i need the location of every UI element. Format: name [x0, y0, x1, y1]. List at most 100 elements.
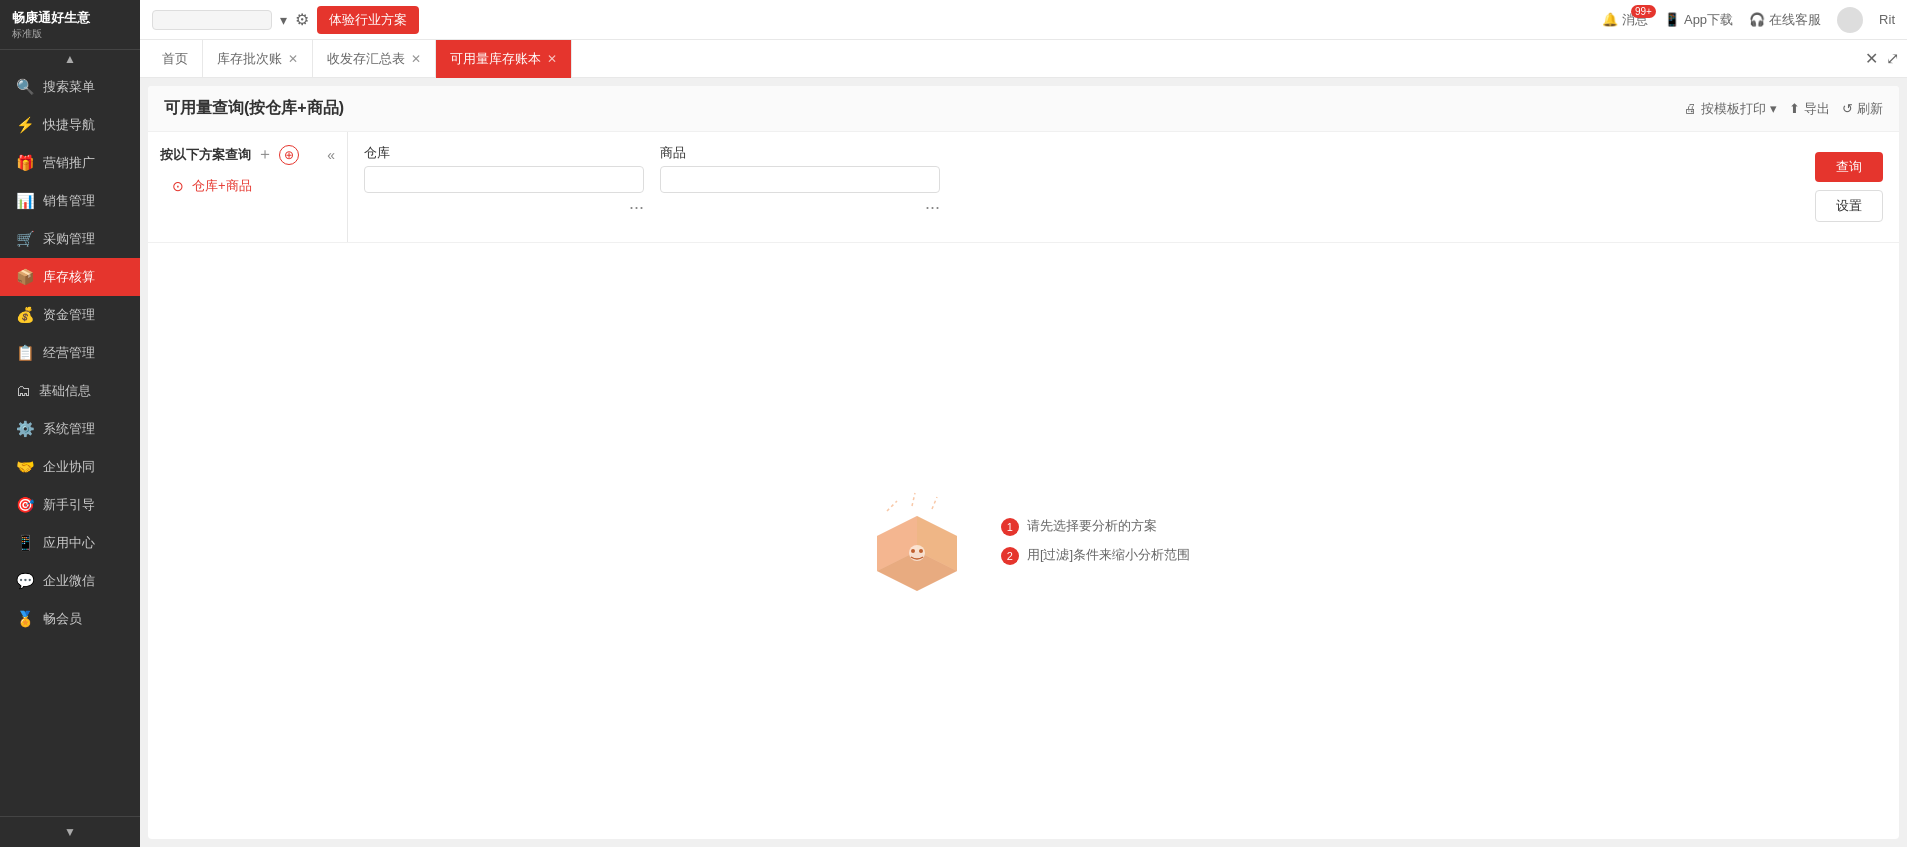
online-service-label: 在线客服 [1769, 11, 1821, 29]
sidebar-label-search: 搜索菜单 [43, 78, 95, 96]
sidebar-item-purchase[interactable]: 🛒采购管理 [0, 220, 140, 258]
sidebar-logo: 畅康通好生意 标准版 [0, 0, 140, 50]
bell-icon: 🔔 [1602, 12, 1618, 27]
sidebar-item-basic[interactable]: 🗂基础信息 [0, 372, 140, 410]
sidebar: 畅康通好生意 标准版 ▲ 🔍 搜索菜单 ⚡快捷导航🎁营销推广📊销售管理🛒采购管理📦库… [0, 0, 140, 847]
sidebar-item-member[interactable]: 🏅 畅会员 [0, 600, 140, 638]
empty-state: 1 请先选择要分析的方案 2 用[过滤]条件来缩小分析范围 [148, 243, 1899, 839]
tip-number-1: 1 [1001, 518, 1019, 536]
sidebar-icon-finance: 💰 [16, 306, 35, 324]
scheme-icon-warehouse_goods: ⊙ [172, 178, 184, 194]
export-icon: ⬆ [1789, 101, 1800, 116]
page-header: 可用量查询(按仓库+商品) 🖨 按模板打印 ▾ ⬆ 导出 ↺ 刷新 [148, 86, 1899, 132]
sidebar-icon-enterprise: 🤝 [16, 458, 35, 476]
warehouse-input[interactable] [364, 166, 644, 193]
tip-text-1: 请先选择要分析的方案 [1027, 517, 1157, 535]
chevron-down-btn[interactable]: ▾ [280, 12, 287, 28]
notification-btn[interactable]: 🔔 消息 99+ [1602, 11, 1648, 29]
goods-field-label: 商品 [660, 144, 940, 162]
sidebar-icon-newbie: 🎯 [16, 496, 35, 514]
empty-illustration [857, 481, 977, 601]
refresh-icon: ↺ [1842, 101, 1853, 116]
filter-actions: 查询 设置 [1815, 144, 1883, 230]
tab-home[interactable]: 首页 [148, 40, 203, 78]
sidebar-item-finance[interactable]: 💰 资金管理 [0, 296, 140, 334]
breadcrumb-input[interactable] [152, 10, 272, 30]
user-name[interactable]: Rit [1879, 12, 1895, 27]
query-btn[interactable]: 查询 [1815, 152, 1883, 182]
tabs-container: 首页库存批次账✕收发存汇总表✕可用量库存账本✕ [148, 40, 572, 77]
refresh-label: 刷新 [1857, 100, 1883, 118]
page-content: 可用量查询(按仓库+商品) 🖨 按模板打印 ▾ ⬆ 导出 ↺ 刷新 [148, 86, 1899, 839]
app-download-btn[interactable]: 📱 App下载 [1664, 11, 1733, 29]
svg-point-6 [919, 549, 923, 553]
trial-industry-btn[interactable]: 体验行业方案 [317, 6, 419, 34]
goods-more-btn[interactable]: ··· [925, 197, 940, 218]
sidebar-item-sales[interactable]: 📊销售管理 [0, 182, 140, 220]
gear-btn[interactable]: ⚙ [295, 10, 309, 29]
empty-tip-1: 1 请先选择要分析的方案 [1001, 517, 1190, 536]
export-btn[interactable]: ⬆ 导出 [1789, 100, 1830, 118]
print-template-btn[interactable]: 🖨 按模板打印 ▾ [1684, 100, 1777, 118]
sidebar-item-search[interactable]: 🔍 搜索菜单 [0, 68, 140, 106]
tab-available[interactable]: 可用量库存账本✕ [436, 40, 572, 78]
tab-close-batch[interactable]: ✕ [288, 52, 298, 66]
app-download-label: App下载 [1684, 11, 1733, 29]
warehouse-field-label: 仓库 [364, 144, 644, 162]
tab-close-summary[interactable]: ✕ [411, 52, 421, 66]
sidebar-icon-appstore: 📱 [16, 534, 35, 552]
sidebar-scroll-down[interactable]: ▼ [0, 816, 140, 847]
filter-fields: 仓库 ··· 商品 ··· 查询 设置 [348, 132, 1899, 242]
top-header-right: 🔔 消息 99+ 📱 App下载 🎧 在线客服 Rit [1602, 7, 1895, 33]
sidebar-label-finance: 资金管理 [43, 306, 95, 324]
sidebar-item-newbie[interactable]: 🎯新手引导 [0, 486, 140, 524]
scheme-item-warehouse_goods[interactable]: ⊙仓库+商品 [148, 169, 347, 203]
sidebar-label-basic: 基础信息 [39, 382, 91, 400]
top-header: ▾ ⚙ 体验行业方案 🔔 消息 99+ 📱 App下载 🎧 在线客服 Rit [140, 0, 1907, 40]
sidebar-item-enterprise[interactable]: 🤝企业协同 [0, 448, 140, 486]
sidebar-label-appstore: 应用中心 [43, 534, 95, 552]
refresh-btn[interactable]: ↺ 刷新 [1842, 100, 1883, 118]
sidebar-icon-search: 🔍 [16, 78, 35, 96]
sidebar-icon-member: 🏅 [16, 610, 35, 628]
warehouse-more-btn[interactable]: ··· [629, 197, 644, 218]
filter-field-goods: 商品 ··· [660, 144, 940, 222]
sidebar-label-system: 系统管理 [43, 420, 95, 438]
print-label: 按模板打印 [1701, 100, 1766, 118]
notification-badge: 99+ [1631, 5, 1656, 18]
sidebar-label-member: 畅会员 [43, 610, 82, 628]
tip-text-2: 用[过滤]条件来缩小分析范围 [1027, 546, 1190, 564]
tip-number-2: 2 [1001, 547, 1019, 565]
empty-tip-2: 2 用[过滤]条件来缩小分析范围 [1001, 546, 1190, 565]
sidebar-item-wechat[interactable]: 💬企业微信 [0, 562, 140, 600]
scheme-collapse-btn[interactable]: « [327, 147, 335, 163]
tabs-bar-right: ✕ ⤢ [1865, 49, 1899, 68]
user-avatar[interactable] [1837, 7, 1863, 33]
sidebar-item-marketing[interactable]: 🎁营销推广 [0, 144, 140, 182]
online-service-btn[interactable]: 🎧 在线客服 [1749, 11, 1821, 29]
logo-subtitle: 标准版 [12, 27, 128, 41]
scheme-settings-icon-btn[interactable]: ⊕ [279, 145, 299, 165]
tab-label-batch: 库存批次账 [217, 50, 282, 68]
svg-point-5 [911, 549, 915, 553]
sidebar-label-inventory: 库存核算 [43, 268, 95, 286]
close-all-tabs-btn[interactable]: ✕ [1865, 49, 1878, 68]
sidebar-item-shortcut[interactable]: ⚡快捷导航 [0, 106, 140, 144]
goods-input[interactable] [660, 166, 940, 193]
sidebar-item-appstore[interactable]: 📱 应用中心 [0, 524, 140, 562]
settings-btn[interactable]: 设置 [1815, 190, 1883, 222]
phone-icon: 📱 [1664, 12, 1680, 27]
sidebar-item-operation[interactable]: 📋经营管理 [0, 334, 140, 372]
empty-tips: 1 请先选择要分析的方案 2 用[过滤]条件来缩小分析范围 [1001, 517, 1190, 565]
sidebar-scroll-up[interactable]: ▲ [0, 50, 140, 68]
sidebar-item-system[interactable]: ⚙️系统管理 [0, 410, 140, 448]
tab-summary[interactable]: 收发存汇总表✕ [313, 40, 436, 78]
page-header-actions: 🖨 按模板打印 ▾ ⬆ 导出 ↺ 刷新 [1684, 100, 1883, 118]
tab-close-available[interactable]: ✕ [547, 52, 557, 66]
scheme-add-btn[interactable]: ＋ [257, 144, 273, 165]
filter-field-warehouse: 仓库 ··· [364, 144, 644, 222]
tab-batch[interactable]: 库存批次账 ✕ [203, 40, 313, 78]
expand-tabs-btn[interactable]: ⤢ [1886, 49, 1899, 68]
sidebar-item-inventory[interactable]: 📦库存核算 [0, 258, 140, 296]
svg-line-8 [912, 493, 915, 506]
